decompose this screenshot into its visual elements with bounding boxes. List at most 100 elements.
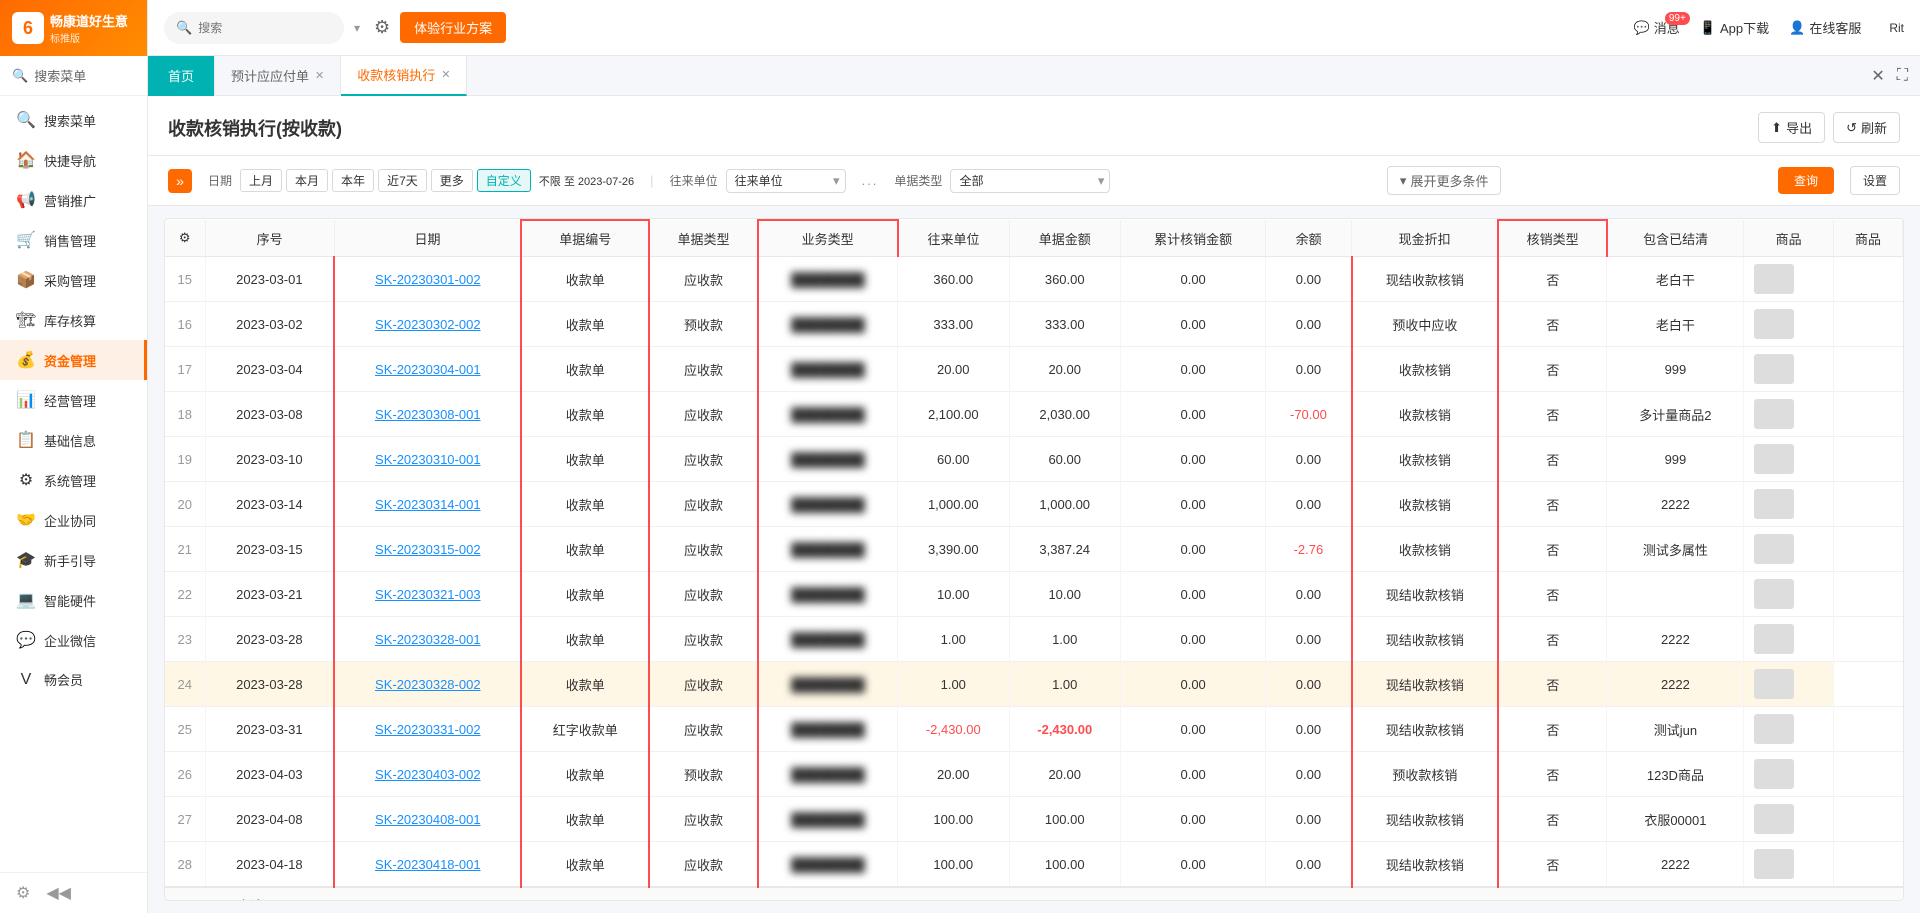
col-balance: 0.00 — [1120, 842, 1265, 888]
table-row[interactable]: 28 2023-04-18 SK-20230418-001 收款单 应收款 ██… — [165, 842, 1903, 888]
table-row[interactable]: 17 2023-03-04 SK-20230304-001 收款单 应收款 ██… — [165, 347, 1903, 392]
col-biztype: 预收款 — [649, 752, 758, 797]
sidebar-item-资金管理[interactable]: 💰资金管理 — [0, 340, 147, 380]
gear-icon[interactable]: ⚙ — [374, 17, 390, 38]
last-month-btn[interactable]: 上月 — [240, 169, 282, 192]
col-goods2-header: 商品 — [1833, 220, 1902, 257]
topbar-search-box[interactable]: 🔍 — [164, 12, 344, 44]
sidebar-item-label: 新手引导 — [44, 551, 96, 570]
sidebar-item-经营管理[interactable]: 📊经营管理 — [0, 380, 147, 420]
tab-label: 首页 — [168, 66, 194, 85]
query-button[interactable]: 查询 — [1778, 167, 1834, 194]
dropdown-arrow-icon[interactable]: ▾ — [354, 21, 360, 35]
custom-date-btn[interactable]: 自定义 — [477, 169, 531, 192]
col-goods2 — [1744, 437, 1834, 482]
page-title: 收款核销执行(按收款) — [168, 115, 342, 141]
more-date-btn[interactable]: 更多 — [431, 169, 473, 192]
sidebar-item-label: 资金管理 — [44, 351, 96, 370]
table-row[interactable]: 27 2023-04-08 SK-20230408-001 收款单 应收款 ██… — [165, 797, 1903, 842]
this-month-btn[interactable]: 本月 — [286, 169, 328, 192]
col-amount: 10.00 — [898, 572, 1009, 617]
table-row[interactable]: 22 2023-03-21 SK-20230321-003 收款单 应收款 ██… — [165, 572, 1903, 617]
tab-首页[interactable]: 首页 — [148, 56, 215, 96]
table-row[interactable]: 25 2023-03-31 SK-20230331-002 红字收款单 应收款 … — [165, 707, 1903, 752]
collapse-icon[interactable]: ◀◀ — [46, 883, 71, 903]
sidebar-item-基础信息[interactable]: 📋基础信息 — [0, 420, 147, 460]
col-goods2 — [1744, 347, 1834, 392]
online-service-item[interactable]: 👤 在线客服 — [1789, 18, 1861, 37]
col-verified: 20.00 — [1009, 752, 1120, 797]
sidebar-item-快捷导航[interactable]: 🏠快捷导航 — [0, 140, 147, 180]
table-row[interactable]: 19 2023-03-10 SK-20230310-001 收款单 应收款 ██… — [165, 437, 1903, 482]
sidebar-item-营销推广[interactable]: 📢 营销推广 — [0, 180, 147, 220]
col-goods: 999 — [1607, 437, 1744, 482]
settings-icon[interactable]: ⚙ — [16, 883, 30, 903]
data-table-wrap[interactable]: ⚙ 序号 日期 单据编号 单据类型 业务类型 往来单位 单据金额 累计核销金额 … — [164, 218, 1904, 901]
col-no: 23 — [165, 617, 205, 662]
sidebar-item-销售管理[interactable]: 🛒销售管理 — [0, 220, 147, 260]
tab-收款核销执行[interactable]: 收款核销执行✕ — [341, 56, 467, 96]
sidebar-icon: 🎓 — [16, 550, 36, 570]
solution-button[interactable]: 体验行业方案 — [400, 12, 506, 43]
sidebar-item-label: 经营管理 — [44, 391, 96, 410]
sidebar-logo-text: 畅康道好生意 标推版 — [50, 11, 128, 45]
filter-separator: | — [650, 173, 653, 188]
partner-select-wrap: 往来单位 — [726, 169, 846, 193]
search-input[interactable] — [198, 21, 318, 35]
sidebar-item-采购管理[interactable]: 📦采购管理 — [0, 260, 147, 300]
col-no: 24 — [165, 662, 205, 707]
settings-button[interactable]: 设置 — [1850, 166, 1900, 195]
tab-close-icon[interactable]: ✕ — [315, 69, 324, 82]
table-row[interactable]: 21 2023-03-15 SK-20230315-002 收款单 应收款 ██… — [165, 527, 1903, 572]
sidebar-item-搜索菜单[interactable]: 🔍搜索菜单 — [0, 100, 147, 140]
table-row[interactable]: 23 2023-03-28 SK-20230328-001 收款单 应收款 ██… — [165, 617, 1903, 662]
sidebar-search[interactable]: 🔍 搜索菜单 — [0, 56, 147, 96]
table-row[interactable]: 20 2023-03-14 SK-20230314-001 收款单 应收款 ██… — [165, 482, 1903, 527]
sidebar-item-企业协同[interactable]: 🤝企业协同 — [0, 500, 147, 540]
table-row[interactable]: 18 2023-03-08 SK-20230308-001 收款单 应收款 ██… — [165, 392, 1903, 437]
partner-select[interactable]: 往来单位 — [726, 169, 846, 193]
sidebar-item-企业微信[interactable]: 💬企业微信 — [0, 620, 147, 660]
sidebar-item-系统管理[interactable]: ⚙系统管理 — [0, 460, 147, 500]
sidebar-item-新手引导[interactable]: 🎓 新手引导 — [0, 540, 147, 580]
app-download-item[interactable]: 📱 App下载 — [1700, 18, 1769, 37]
voucher-type-select[interactable]: 全部 — [950, 169, 1110, 193]
sidebar-item-畅会员[interactable]: V畅会员 — [0, 660, 147, 699]
col-goods: 2222 — [1607, 617, 1744, 662]
col-date: 2023-04-18 — [205, 842, 334, 888]
tab-预计应应付单[interactable]: 预计应应付单✕ — [215, 56, 341, 96]
sidebar-icon: 📦 — [16, 270, 36, 290]
sidebar-icon: 🛒 — [16, 230, 36, 250]
last-7days-btn[interactable]: 近7天 — [378, 169, 427, 192]
close-window-button[interactable]: ✕ — [1867, 62, 1888, 90]
col-partner: ████████ — [758, 707, 898, 752]
filter-toggle-button[interactable]: » — [168, 169, 192, 193]
col-settings-header[interactable]: ⚙ — [165, 220, 205, 257]
refresh-button[interactable]: ↺ 刷新 — [1833, 112, 1900, 143]
export-button[interactable]: ⬆ 导出 — [1758, 112, 1825, 143]
col-amount: 333.00 — [898, 302, 1009, 347]
table-row[interactable]: 16 2023-03-02 SK-20230302-002 收款单 预收款 ██… — [165, 302, 1903, 347]
user-name[interactable]: Rit — [1889, 21, 1904, 35]
sidebar-item-库存核算[interactable]: 🏗库存核算 — [0, 300, 147, 340]
col-settled: 否 — [1498, 392, 1607, 437]
col-verifytype: 收款核销 — [1352, 347, 1499, 392]
col-no: 20 — [165, 482, 205, 527]
sidebar-item-label: 营销推广 — [44, 191, 96, 210]
search-icon: 🔍 — [12, 68, 28, 84]
col-no: 27 — [165, 797, 205, 842]
maximize-window-button[interactable]: ⛶ — [1893, 63, 1912, 89]
table-row[interactable]: 15 2023-03-01 SK-20230301-002 收款单 应收款 ██… — [165, 257, 1903, 302]
app-logo-icon: 6 — [12, 12, 44, 44]
table-row[interactable]: 26 2023-04-03 SK-20230403-002 收款单 预收款 ██… — [165, 752, 1903, 797]
message-icon-item[interactable]: 💬 消息 99+ — [1634, 18, 1680, 37]
col-partner: ████████ — [758, 257, 898, 302]
col-doctype: 收款单 — [521, 347, 649, 392]
sidebar-item-智能硬件[interactable]: 💻智能硬件 — [0, 580, 147, 620]
sidebar-icon: 📢 — [16, 190, 36, 210]
table-row[interactable]: 24 2023-03-28 SK-20230328-002 收款单 应收款 ██… — [165, 662, 1903, 707]
col-docno: SK-20230331-002 — [334, 707, 521, 752]
this-year-btn[interactable]: 本年 — [332, 169, 374, 192]
tab-close-icon[interactable]: ✕ — [441, 68, 450, 81]
expand-conditions-btn[interactable]: ▾ 展开更多条件 — [1387, 166, 1502, 195]
